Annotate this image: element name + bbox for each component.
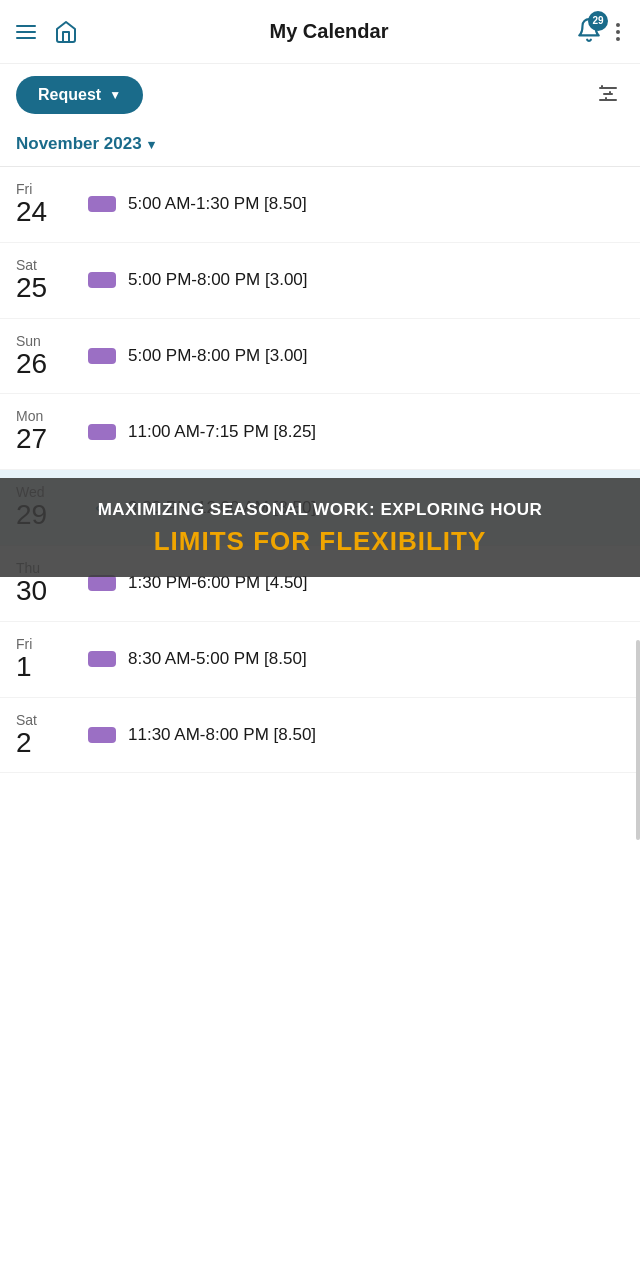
month-header[interactable]: November 2023 ▾ xyxy=(0,126,640,167)
shift-info: 5:00 PM-8:00 PM [3.00] xyxy=(88,346,624,366)
page-title: My Calendar xyxy=(82,20,576,43)
day-number: 24 xyxy=(16,197,88,228)
toolbar: Request ▼ xyxy=(0,64,640,126)
day-row-fri1[interactable]: Fri 1 8:30 AM-5:00 PM [8.50] xyxy=(0,622,640,698)
day-row-sun26[interactable]: Sun 26 5:00 PM-8:00 PM [3.00] xyxy=(0,319,640,395)
notification-button[interactable]: 29 xyxy=(576,17,602,47)
overlay-bottom-text: LIMITS FOR FLEXIBILITY xyxy=(24,526,616,557)
scrollbar[interactable] xyxy=(636,640,640,840)
shift-block-icon xyxy=(88,348,116,364)
day-name: Mon xyxy=(16,408,88,424)
day-label: Fri 1 xyxy=(16,636,88,683)
shift-block-icon xyxy=(88,424,116,440)
nav-left xyxy=(16,16,82,48)
day-label: Sun 26 xyxy=(16,333,88,380)
day-name: Sat xyxy=(16,712,88,728)
shift-block-icon xyxy=(88,651,116,667)
day-label: Sat 2 xyxy=(16,712,88,759)
day-number: 1 xyxy=(16,652,88,683)
day-name: Sat xyxy=(16,257,88,273)
shift-info: 5:00 AM-1:30 PM [8.50] xyxy=(88,194,624,214)
day-row[interactable]: Fri 24 5:00 AM-1:30 PM [8.50] xyxy=(0,167,640,243)
notification-badge: 29 xyxy=(588,11,608,31)
request-chevron-icon: ▼ xyxy=(109,88,121,102)
shift-info: 5:00 PM-8:00 PM [3.00] xyxy=(88,270,624,290)
day-row-mon27[interactable]: Mon 27 11:00 AM-7:15 PM [8.25] xyxy=(0,394,640,470)
shift-block-icon xyxy=(88,196,116,212)
day-label: Mon 27 xyxy=(16,408,88,455)
nav-bar: My Calendar 29 xyxy=(0,0,640,64)
nav-right: 29 xyxy=(576,17,624,47)
request-button[interactable]: Request ▼ xyxy=(16,76,143,114)
month-chevron-icon: ▾ xyxy=(148,137,155,152)
day-name: Fri xyxy=(16,636,88,652)
day-name: Fri xyxy=(16,181,88,197)
shift-time: 5:00 AM-1:30 PM [8.50] xyxy=(128,194,307,214)
shift-info: 11:30 AM-8:00 PM [8.50] xyxy=(88,725,624,745)
overlay-banner: MAXIMIZING SEASONAL WORK: EXPLORING HOUR… xyxy=(0,478,640,577)
shift-time: 5:00 PM-8:00 PM [3.00] xyxy=(128,270,308,290)
shift-time: 8:30 AM-5:00 PM [8.50] xyxy=(128,649,307,669)
more-options-button[interactable] xyxy=(612,19,624,45)
day-row[interactable]: Sat 25 5:00 PM-8:00 PM [3.00] xyxy=(0,243,640,319)
hamburger-menu-button[interactable] xyxy=(16,25,36,39)
day-name: Sun xyxy=(16,333,88,349)
shift-info: 11:00 AM-7:15 PM [8.25] xyxy=(88,422,624,442)
home-button[interactable] xyxy=(50,16,82,48)
shift-time: 11:00 AM-7:15 PM [8.25] xyxy=(128,422,316,442)
day-number: 2 xyxy=(16,728,88,759)
shift-block-icon xyxy=(88,575,116,591)
day-number: 27 xyxy=(16,424,88,455)
month-label[interactable]: November 2023 ▾ xyxy=(16,134,624,154)
calendar-list: Fri 24 5:00 AM-1:30 PM [8.50] Sat 25 5:0… xyxy=(0,167,640,773)
day-number: 26 xyxy=(16,349,88,380)
overlay-top-text: MAXIMIZING SEASONAL WORK: EXPLORING HOUR xyxy=(24,498,616,522)
filter-button[interactable] xyxy=(592,78,624,113)
day-label: Fri 24 xyxy=(16,181,88,228)
shift-block-icon xyxy=(88,727,116,743)
day-number: 25 xyxy=(16,273,88,304)
shift-time: 5:00 PM-8:00 PM [3.00] xyxy=(128,346,308,366)
day-number: 30 xyxy=(16,576,88,607)
shift-time: 11:30 AM-8:00 PM [8.50] xyxy=(128,725,316,745)
day-row-sat2[interactable]: Sat 2 11:30 AM-8:00 PM [8.50] xyxy=(0,698,640,774)
day-label: Sat 25 xyxy=(16,257,88,304)
shift-info: 8:30 AM-5:00 PM [8.50] xyxy=(88,649,624,669)
shift-block-icon xyxy=(88,272,116,288)
